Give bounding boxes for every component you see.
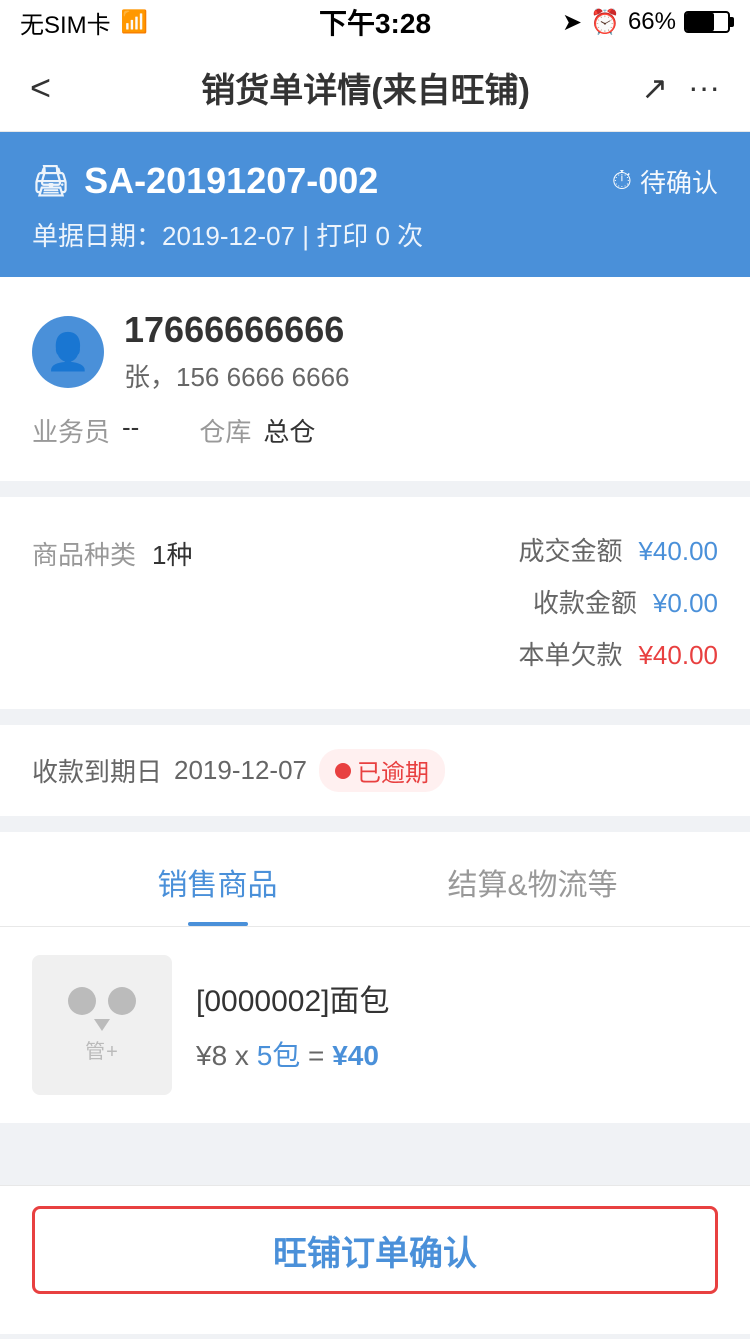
owl-right-eye bbox=[108, 987, 136, 1015]
tab-bar: 销售商品 结算&物流等 bbox=[0, 832, 750, 927]
owl-eyes bbox=[68, 987, 136, 1015]
transaction-amount-row: 成交金额 ¥40.00 bbox=[518, 525, 718, 577]
confirm-order-button[interactable]: 旺铺订单确认 bbox=[32, 1206, 718, 1294]
product-equals: = bbox=[300, 1040, 332, 1071]
tab-sales-label: 销售商品 bbox=[158, 869, 278, 902]
back-button[interactable]: < bbox=[30, 67, 90, 109]
product-item: 管+ [0000002]面包 ¥8 x 5包 = ¥40 bbox=[32, 955, 718, 1095]
customer-row: 👤 17666666666 张，156 6666 6666 bbox=[32, 309, 718, 394]
wifi-icon: 📶 bbox=[121, 9, 148, 35]
financial-card: 商品种类 1种 成交金额 ¥40.00 收款金额 ¥0.00 本单欠款 ¥40.… bbox=[0, 497, 750, 709]
product-section: 管+ [0000002]面包 ¥8 x 5包 = ¥40 bbox=[0, 927, 750, 1123]
owed-label: 本单欠款 bbox=[518, 629, 622, 681]
transaction-label: 成交金额 bbox=[518, 525, 622, 577]
status-bar: 无SIM卡 📶 下午3:28 ➤ ⏰ 66% bbox=[0, 0, 750, 44]
export-icon[interactable]: ↗ bbox=[641, 69, 668, 107]
order-id: 🖨 SA-20191207-002 bbox=[32, 160, 378, 202]
product-unit-price: ¥8 x bbox=[196, 1040, 257, 1071]
financial-amounts: 成交金额 ¥40.00 收款金额 ¥0.00 本单欠款 ¥40.00 bbox=[518, 525, 718, 681]
owed-amount: ¥40.00 bbox=[638, 629, 718, 681]
product-types-label: 商品种类 bbox=[32, 535, 136, 572]
order-id-row: 🖨 SA-20191207-002 ⏱ 待确认 bbox=[32, 160, 718, 202]
tab-section: 销售商品 结算&物流等 bbox=[0, 832, 750, 927]
overdue-text: 已逾期 bbox=[357, 753, 429, 788]
product-quantity: 5包 bbox=[257, 1040, 301, 1071]
order-status: ⏱ 待确认 bbox=[612, 163, 718, 200]
received-amount: ¥0.00 bbox=[653, 577, 718, 629]
owl-brand-text: 管+ bbox=[85, 1035, 119, 1064]
order-date: 2019-12-07 bbox=[162, 221, 295, 251]
carrier-text: 无SIM卡 bbox=[20, 5, 111, 40]
tab-sales-products[interactable]: 销售商品 bbox=[60, 832, 375, 926]
customer-phone: 17666666666 bbox=[124, 309, 350, 351]
alarm-icon: ⏰ bbox=[590, 8, 620, 37]
customer-name-sub: 张，156 6666 6666 bbox=[124, 357, 350, 394]
status-text: 待确认 bbox=[640, 163, 718, 200]
warehouse-label: 仓库 bbox=[199, 412, 251, 449]
product-name: [0000002]面包 bbox=[196, 976, 718, 1020]
print-info: 打印 0 次 bbox=[316, 221, 423, 251]
status-clock-icon: ⏱ bbox=[612, 165, 632, 197]
salesperson-label: 业务员 bbox=[32, 412, 110, 449]
tab-settlement[interactable]: 结算&物流等 bbox=[375, 832, 690, 926]
overdue-dot-icon bbox=[335, 763, 351, 779]
due-date-section: 收款到期日 2019-12-07 已逾期 bbox=[0, 725, 750, 816]
salesperson-item: 业务员 -- bbox=[32, 412, 139, 449]
status-bar-right: ➤ ⏰ 66% bbox=[562, 8, 730, 37]
date-separator: | bbox=[295, 221, 316, 251]
received-amount-row: 收款金额 ¥0.00 bbox=[518, 577, 718, 629]
order-date-row: 单据日期：2019-12-07 | 打印 0 次 bbox=[32, 216, 718, 253]
salesperson-value: -- bbox=[122, 412, 139, 449]
transaction-amount: ¥40.00 bbox=[638, 525, 718, 577]
order-header-card: 🖨 SA-20191207-002 ⏱ 待确认 单据日期：2019-12-07 … bbox=[0, 132, 750, 277]
customer-avatar: 👤 bbox=[32, 316, 104, 388]
avatar-icon: 👤 bbox=[46, 331, 91, 373]
warehouse-item: 仓库 总仓 bbox=[199, 412, 315, 449]
battery-icon bbox=[684, 11, 730, 33]
product-total: ¥40 bbox=[332, 1040, 379, 1071]
product-info: [0000002]面包 ¥8 x 5包 = ¥40 bbox=[196, 976, 718, 1074]
due-date-label: 收款到期日 bbox=[32, 752, 162, 789]
customer-card: 👤 17666666666 张，156 6666 6666 业务员 -- 仓库 … bbox=[0, 277, 750, 481]
location-icon: ➤ bbox=[562, 8, 582, 37]
nav-bar: < 销货单详情(来自旺铺) ↗ ··· bbox=[0, 44, 750, 132]
product-image: 管+ bbox=[32, 955, 172, 1095]
received-label: 收款金额 bbox=[533, 577, 637, 629]
bottom-bar: 旺铺订单确认 bbox=[0, 1185, 750, 1334]
customer-meta: 业务员 -- 仓库 总仓 bbox=[32, 412, 718, 449]
customer-info: 17666666666 张，156 6666 6666 bbox=[124, 309, 350, 394]
order-id-text: SA-20191207-002 bbox=[84, 160, 378, 202]
overdue-badge: 已逾期 bbox=[319, 749, 445, 792]
tab-settlement-label: 结算&物流等 bbox=[447, 869, 617, 902]
warehouse-value: 总仓 bbox=[263, 412, 315, 449]
owl-beak bbox=[94, 1019, 110, 1031]
due-date-value: 2019-12-07 bbox=[174, 755, 307, 786]
product-types-value: 1种 bbox=[152, 535, 192, 572]
nav-actions: ↗ ··· bbox=[641, 69, 720, 107]
status-bar-time: 下午3:28 bbox=[319, 2, 431, 42]
financial-row: 商品种类 1种 成交金额 ¥40.00 收款金额 ¥0.00 本单欠款 ¥40.… bbox=[32, 525, 718, 681]
battery-text: 66% bbox=[628, 8, 676, 36]
product-price-row: ¥8 x 5包 = ¥40 bbox=[196, 1034, 718, 1074]
date-label: 单据日期： bbox=[32, 221, 162, 251]
page-title: 销货单详情(来自旺铺) bbox=[201, 63, 530, 112]
order-type-icon: 🖨 bbox=[32, 164, 70, 199]
owed-amount-row: 本单欠款 ¥40.00 bbox=[518, 629, 718, 681]
product-owl-logo: 管+ bbox=[68, 987, 136, 1064]
more-icon[interactable]: ··· bbox=[688, 69, 720, 106]
status-bar-left: 无SIM卡 📶 bbox=[20, 5, 148, 40]
product-count-area: 商品种类 1种 bbox=[32, 525, 192, 572]
owl-left-eye bbox=[68, 987, 96, 1015]
